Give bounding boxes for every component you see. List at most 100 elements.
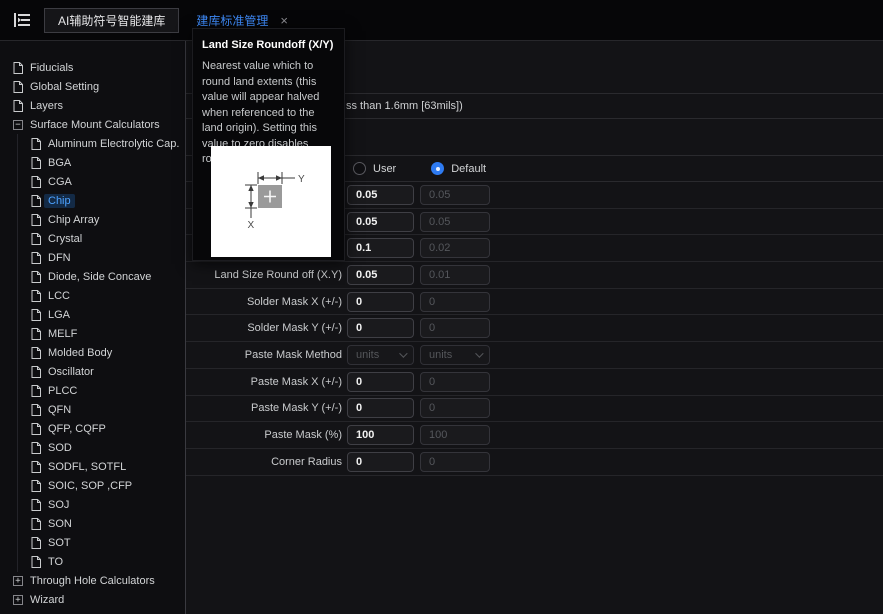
sidebar-item-label: QFN	[48, 403, 72, 416]
default-value-input	[420, 238, 490, 259]
select-value: units	[429, 348, 453, 361]
sidebar-item-plcc[interactable]: PLCC	[0, 381, 184, 400]
form-row-paste-mask: Paste Mask (%)	[186, 422, 883, 449]
sidebar-item-lga[interactable]: LGA	[0, 305, 184, 324]
close-icon[interactable]: ×	[280, 14, 288, 27]
form-row-label: Paste Mask (%)	[264, 429, 342, 442]
document-icon	[31, 346, 41, 359]
sidebar-item-label: Molded Body	[48, 346, 113, 359]
sidebar-item-sod[interactable]: SOD	[0, 438, 184, 457]
diagram-y-label: Y	[298, 174, 305, 185]
sidebar-item-to[interactable]: TO	[0, 552, 184, 571]
sidebar-item-label: BGA	[48, 156, 72, 169]
sidebar-item-wizard[interactable]: + Wizard	[0, 590, 184, 609]
sidebar-item-diode-side-concave[interactable]: Diode, Side Concave	[0, 267, 184, 286]
sidebar-item-dfn[interactable]: DFN	[0, 248, 184, 267]
document-icon	[31, 175, 41, 188]
user-value-input[interactable]	[347, 318, 414, 339]
sidebar-item-crystal[interactable]: Crystal	[0, 229, 184, 248]
sidebar-item-label: LGA	[48, 308, 71, 321]
tab-ai-assisted-symbol-library[interactable]: AI辅助符号智能建库	[44, 7, 180, 33]
form-row-paste-mask-x: Paste Mask X (+/-)	[186, 369, 883, 396]
radio-option-default[interactable]: Default	[431, 162, 486, 175]
sidebar-item-label: SOT	[48, 536, 71, 549]
form-row-solder-mask-y: Solder Mask Y (+/-)	[186, 315, 883, 343]
sidebar-item-label: Global Setting	[30, 80, 100, 93]
sidebar-item-through-hole-calculators[interactable]: + Through Hole Calculators	[0, 571, 184, 590]
sidebar-item-cga[interactable]: CGA	[0, 172, 184, 191]
sidebar-item-sot[interactable]: SOT	[0, 533, 184, 552]
document-icon	[31, 270, 41, 283]
form-row-label: Solder Mask X (+/-)	[246, 295, 342, 308]
sidebar-item-label: Aluminum Electrolytic Cap.	[48, 137, 180, 150]
form-row-label: Land Size Round off (X.Y)	[214, 268, 342, 281]
default-method-select: units	[420, 344, 490, 365]
radio-user-icon	[353, 162, 366, 175]
default-value-input	[420, 451, 490, 472]
document-icon	[31, 213, 41, 226]
sidebar-item-melf[interactable]: MELF	[0, 324, 184, 343]
sidebar-item-oscillator[interactable]: Oscillator	[0, 362, 184, 381]
sidebar-item-sodfl-sotfl[interactable]: SODFL, SOTFL	[0, 457, 184, 476]
document-icon	[31, 232, 41, 245]
land-roundoff-diagram: Y X	[211, 146, 331, 257]
document-icon	[13, 80, 23, 93]
user-value-input[interactable]	[347, 451, 414, 472]
diagram-x-label: X	[248, 220, 255, 231]
sidebar-item-layers[interactable]: Layers	[0, 96, 184, 115]
radio-option-user[interactable]: User	[353, 162, 396, 175]
sidebar-item-label: TO	[48, 555, 64, 568]
user-value-input[interactable]	[347, 184, 414, 205]
sidebar-item-qfp-cqfp[interactable]: QFP, CQFP	[0, 419, 184, 438]
form-row-corner-radius: Corner Radius	[186, 449, 883, 476]
sidebar-item-label: Chip	[44, 193, 75, 208]
sidebar-item-fiducials[interactable]: Fiducials	[0, 58, 184, 77]
tab-label: AI辅助符号智能建库	[58, 13, 166, 28]
sidebar-item-chip-array[interactable]: Chip Array	[0, 210, 184, 229]
sidebar-item-aluminum-electrolytic-cap[interactable]: Aluminum Electrolytic Cap.	[0, 134, 184, 153]
sidebar-item-soj[interactable]: SOJ	[0, 495, 184, 514]
sidebar-item-chip[interactable]: Chip	[0, 191, 184, 210]
sidebar-item-son[interactable]: SON	[0, 514, 184, 533]
collapse-icon[interactable]: −	[13, 119, 23, 130]
sidebar-item-lcc[interactable]: LCC	[0, 286, 184, 305]
collapse-sidebar-icon[interactable]	[10, 9, 34, 31]
user-value-input[interactable]	[347, 398, 414, 419]
default-value-input	[420, 184, 490, 205]
tooltip-title: Land Size Roundoff (X/Y)	[202, 39, 334, 51]
document-icon	[31, 194, 41, 207]
user-value-input[interactable]	[347, 264, 414, 285]
sidebar-item-qfn[interactable]: QFN	[0, 400, 184, 419]
expand-icon[interactable]: +	[13, 594, 23, 605]
user-value-input[interactable]	[347, 371, 414, 392]
document-icon	[13, 61, 23, 74]
radio-default-label: Default	[451, 162, 487, 175]
sidebar-item-label: Oscillator	[48, 365, 94, 378]
document-icon	[31, 555, 41, 568]
sidebar-item-label: Fiducials	[30, 61, 74, 74]
document-icon	[31, 156, 41, 169]
sidebar-item-bga[interactable]: BGA	[0, 153, 184, 172]
sidebar-item-surface-mount-calculators[interactable]: − Surface Mount Calculators	[0, 115, 184, 134]
document-icon	[31, 308, 41, 321]
user-value-input[interactable]	[347, 291, 414, 312]
default-value-input	[420, 425, 490, 446]
chevron-down-icon	[475, 349, 484, 358]
user-value-input[interactable]	[347, 238, 414, 259]
sidebar-item-global-setting[interactable]: Global Setting	[0, 77, 184, 96]
user-value-input[interactable]	[347, 211, 414, 232]
sidebar-item-soic-sop-cfp[interactable]: SOIC, SOP ,CFP	[0, 476, 184, 495]
default-value-input	[420, 398, 490, 419]
sidebar-item-label: MELF	[48, 327, 78, 340]
form-row-paste-mask-y: Paste Mask Y (+/-)	[186, 396, 883, 423]
expand-icon[interactable]: +	[13, 575, 23, 586]
user-value-input[interactable]	[347, 425, 414, 446]
form-row-label: Paste Mask X (+/-)	[250, 375, 342, 388]
document-icon	[31, 422, 41, 435]
document-icon	[31, 498, 41, 511]
document-icon	[31, 384, 41, 397]
select-value: units	[356, 348, 380, 361]
document-icon	[31, 327, 41, 340]
sidebar-item-molded-body[interactable]: Molded Body	[0, 343, 184, 362]
sidebar-item-label: SODFL, SOTFL	[48, 460, 127, 473]
